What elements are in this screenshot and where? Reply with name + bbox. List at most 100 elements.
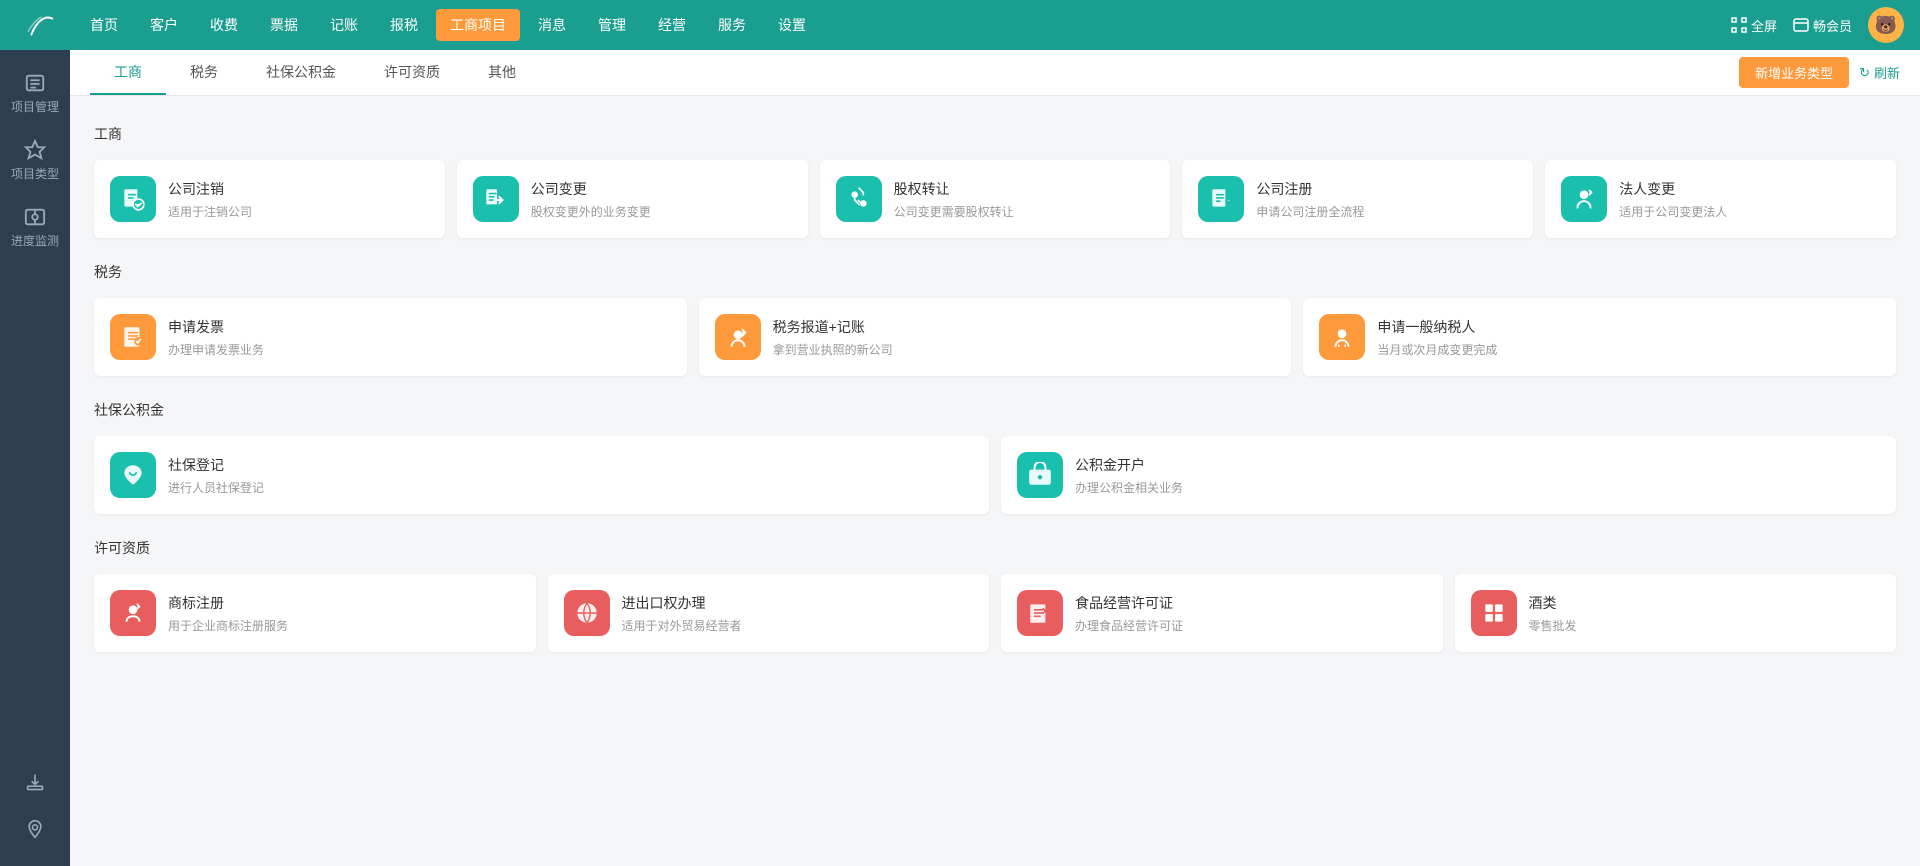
tab-industrial[interactable]: 工商 bbox=[90, 50, 166, 95]
legal-change-info: 法人变更 适用于公司变更法人 bbox=[1619, 179, 1880, 220]
nav-industrial[interactable]: 工商项目 bbox=[436, 9, 520, 41]
provident-fund-icon bbox=[1017, 452, 1063, 498]
card-social-insurance[interactable]: 社保登记 进行人员社保登记 bbox=[94, 436, 989, 514]
card-food-license[interactable]: 食品经营许可证 办理食品经营许可证 bbox=[1001, 574, 1443, 652]
company-change-title: 公司变更 bbox=[531, 179, 792, 199]
member-button[interactable]: 畅会员 bbox=[1793, 16, 1852, 35]
invoice-info: 申请发票 办理申请发票业务 bbox=[168, 317, 671, 358]
social-insurance-icon bbox=[110, 452, 156, 498]
tax-report-desc: 拿到营业执照的新公司 bbox=[773, 341, 1276, 358]
sidebar-item-project-type[interactable]: 项目类型 bbox=[0, 127, 70, 194]
company-change-info: 公司变更 股权变更外的业务变更 bbox=[531, 179, 792, 220]
nav-message[interactable]: 消息 bbox=[524, 9, 580, 41]
social-insurance-title: 社保登记 bbox=[168, 455, 973, 475]
invoice-desc: 办理申请发票业务 bbox=[168, 341, 671, 358]
tab-other[interactable]: 其他 bbox=[464, 50, 540, 95]
license-cards: 商标注册 用于企业商标注册服务 进出口权办理 适用于对外贸易经营者 食品 bbox=[94, 574, 1896, 652]
main-content: 工商 税务 社保公积金 许可资质 其他 新增业务类型 ↻ 刷新 工商 公司注销 bbox=[70, 50, 1920, 866]
company-cancel-icon bbox=[110, 176, 156, 222]
tax-report-icon bbox=[715, 314, 761, 360]
content-area: 工商 公司注销 适用于注销公司 公司变更 股权变更外的业务变更 bbox=[70, 96, 1920, 866]
alcohol-desc: 零售批发 bbox=[1529, 617, 1881, 634]
taxpayer-desc: 当月或次月成变更完成 bbox=[1377, 341, 1880, 358]
tax-report-title: 税务报道+记账 bbox=[773, 317, 1276, 337]
nav-operation[interactable]: 经营 bbox=[644, 9, 700, 41]
nav-bills[interactable]: 票据 bbox=[256, 9, 312, 41]
social-insurance-cards: 社保登记 进行人员社保登记 公积金开户 办理公积金相关业务 bbox=[94, 436, 1896, 514]
refresh-button[interactable]: ↻ 刷新 bbox=[1859, 63, 1900, 82]
tax-cards: 申请发票 办理申请发票业务 税务报道+记账 拿到营业执照的新公司 申请一 bbox=[94, 298, 1896, 376]
nav-service[interactable]: 服务 bbox=[704, 9, 760, 41]
tab-bar: 工商 税务 社保公积金 许可资质 其他 新增业务类型 ↻ 刷新 bbox=[70, 50, 1920, 96]
user-avatar[interactable]: 🐻 bbox=[1868, 7, 1904, 43]
industrial-cards: 公司注销 适用于注销公司 公司变更 股权变更外的业务变更 股权转让 bbox=[94, 160, 1896, 238]
sidebar-download-icon[interactable] bbox=[17, 764, 53, 803]
section-title-tax: 税务 bbox=[94, 262, 1896, 282]
sidebar-label-project-manage: 项目管理 bbox=[11, 98, 59, 115]
card-invoice[interactable]: 申请发票 办理申请发票业务 bbox=[94, 298, 687, 376]
trademark-info: 商标注册 用于企业商标注册服务 bbox=[168, 593, 520, 634]
nav-tax[interactable]: 报税 bbox=[376, 9, 432, 41]
trademark-title: 商标注册 bbox=[168, 593, 520, 613]
legal-change-title: 法人变更 bbox=[1619, 179, 1880, 199]
card-company-register[interactable]: 公司注册 申请公司注册全流程 bbox=[1182, 160, 1533, 238]
import-export-title: 进出口权办理 bbox=[622, 593, 974, 613]
tabs: 工商 税务 社保公积金 许可资质 其他 bbox=[90, 50, 540, 95]
sidebar-item-project-manage[interactable]: 项目管理 bbox=[0, 60, 70, 127]
card-company-cancel[interactable]: 公司注销 适用于注销公司 bbox=[94, 160, 445, 238]
top-navigation: 首页 客户 收费 票据 记账 报税 工商项目 消息 管理 经营 服务 设置 全屏… bbox=[0, 0, 1920, 50]
new-business-type-button[interactable]: 新增业务类型 bbox=[1739, 57, 1849, 88]
company-register-info: 公司注册 申请公司注册全流程 bbox=[1256, 179, 1517, 220]
fullscreen-button[interactable]: 全屏 bbox=[1731, 16, 1777, 35]
social-insurance-desc: 进行人员社保登记 bbox=[168, 479, 973, 496]
nav-fees[interactable]: 收费 bbox=[196, 9, 252, 41]
sidebar-label-project-type: 项目类型 bbox=[11, 165, 59, 182]
card-import-export[interactable]: 进出口权办理 适用于对外贸易经营者 bbox=[548, 574, 990, 652]
card-taxpayer[interactable]: 申请一般纳税人 当月或次月成变更完成 bbox=[1303, 298, 1896, 376]
alcohol-info: 酒类 零售批发 bbox=[1529, 593, 1881, 634]
import-export-info: 进出口权办理 适用于对外贸易经营者 bbox=[622, 593, 974, 634]
social-insurance-info: 社保登记 进行人员社保登记 bbox=[168, 455, 973, 496]
equity-transfer-info: 股权转让 公司变更需要股权转让 bbox=[894, 179, 1155, 220]
card-tax-report[interactable]: 税务报道+记账 拿到营业执照的新公司 bbox=[699, 298, 1292, 376]
tab-tax[interactable]: 税务 bbox=[166, 50, 242, 95]
card-legal-change[interactable]: 法人变更 适用于公司变更法人 bbox=[1545, 160, 1896, 238]
trademark-desc: 用于企业商标注册服务 bbox=[168, 617, 520, 634]
nav-items: 首页 客户 收费 票据 记账 报税 工商项目 消息 管理 经营 服务 设置 bbox=[76, 9, 1731, 41]
card-equity-transfer[interactable]: 股权转让 公司变更需要股权转让 bbox=[820, 160, 1171, 238]
fullscreen-label: 全屏 bbox=[1751, 16, 1777, 35]
sidebar-bottom bbox=[17, 764, 53, 866]
taxpayer-icon bbox=[1319, 314, 1365, 360]
alcohol-title: 酒类 bbox=[1529, 593, 1881, 613]
card-company-change[interactable]: 公司变更 股权变更外的业务变更 bbox=[457, 160, 808, 238]
sidebar-label-progress: 进度监测 bbox=[11, 232, 59, 249]
sidebar-location-icon[interactable] bbox=[17, 811, 53, 850]
card-alcohol[interactable]: 酒类 零售批发 bbox=[1455, 574, 1897, 652]
equity-transfer-title: 股权转让 bbox=[894, 179, 1155, 199]
nav-clients[interactable]: 客户 bbox=[136, 9, 192, 41]
provident-fund-title: 公积金开户 bbox=[1075, 455, 1880, 475]
company-cancel-info: 公司注销 适用于注销公司 bbox=[168, 179, 429, 220]
taxpayer-title: 申请一般纳税人 bbox=[1377, 317, 1880, 337]
card-trademark[interactable]: 商标注册 用于企业商标注册服务 bbox=[94, 574, 536, 652]
nav-home[interactable]: 首页 bbox=[76, 9, 132, 41]
equity-transfer-desc: 公司变更需要股权转让 bbox=[894, 203, 1155, 220]
company-register-title: 公司注册 bbox=[1256, 179, 1517, 199]
tab-social-insurance[interactable]: 社保公积金 bbox=[242, 50, 360, 95]
nav-manage[interactable]: 管理 bbox=[584, 9, 640, 41]
provident-fund-info: 公积金开户 办理公积金相关业务 bbox=[1075, 455, 1880, 496]
nav-bookkeeping[interactable]: 记账 bbox=[316, 9, 372, 41]
tab-license[interactable]: 许可资质 bbox=[360, 50, 464, 95]
refresh-icon: ↻ bbox=[1859, 65, 1870, 81]
nav-right-actions: 全屏 畅会员 🐻 bbox=[1731, 7, 1904, 43]
refresh-label: 刷新 bbox=[1874, 63, 1900, 82]
company-change-desc: 股权变更外的业务变更 bbox=[531, 203, 792, 220]
sidebar-item-progress[interactable]: 进度监测 bbox=[0, 194, 70, 261]
legal-change-icon bbox=[1561, 176, 1607, 222]
nav-settings[interactable]: 设置 bbox=[764, 9, 820, 41]
card-provident-fund[interactable]: 公积金开户 办理公积金相关业务 bbox=[1001, 436, 1896, 514]
food-license-title: 食品经营许可证 bbox=[1075, 593, 1427, 613]
food-license-icon bbox=[1017, 590, 1063, 636]
sidebar: 项目管理 项目类型 进度监测 bbox=[0, 50, 70, 866]
company-cancel-title: 公司注销 bbox=[168, 179, 429, 199]
